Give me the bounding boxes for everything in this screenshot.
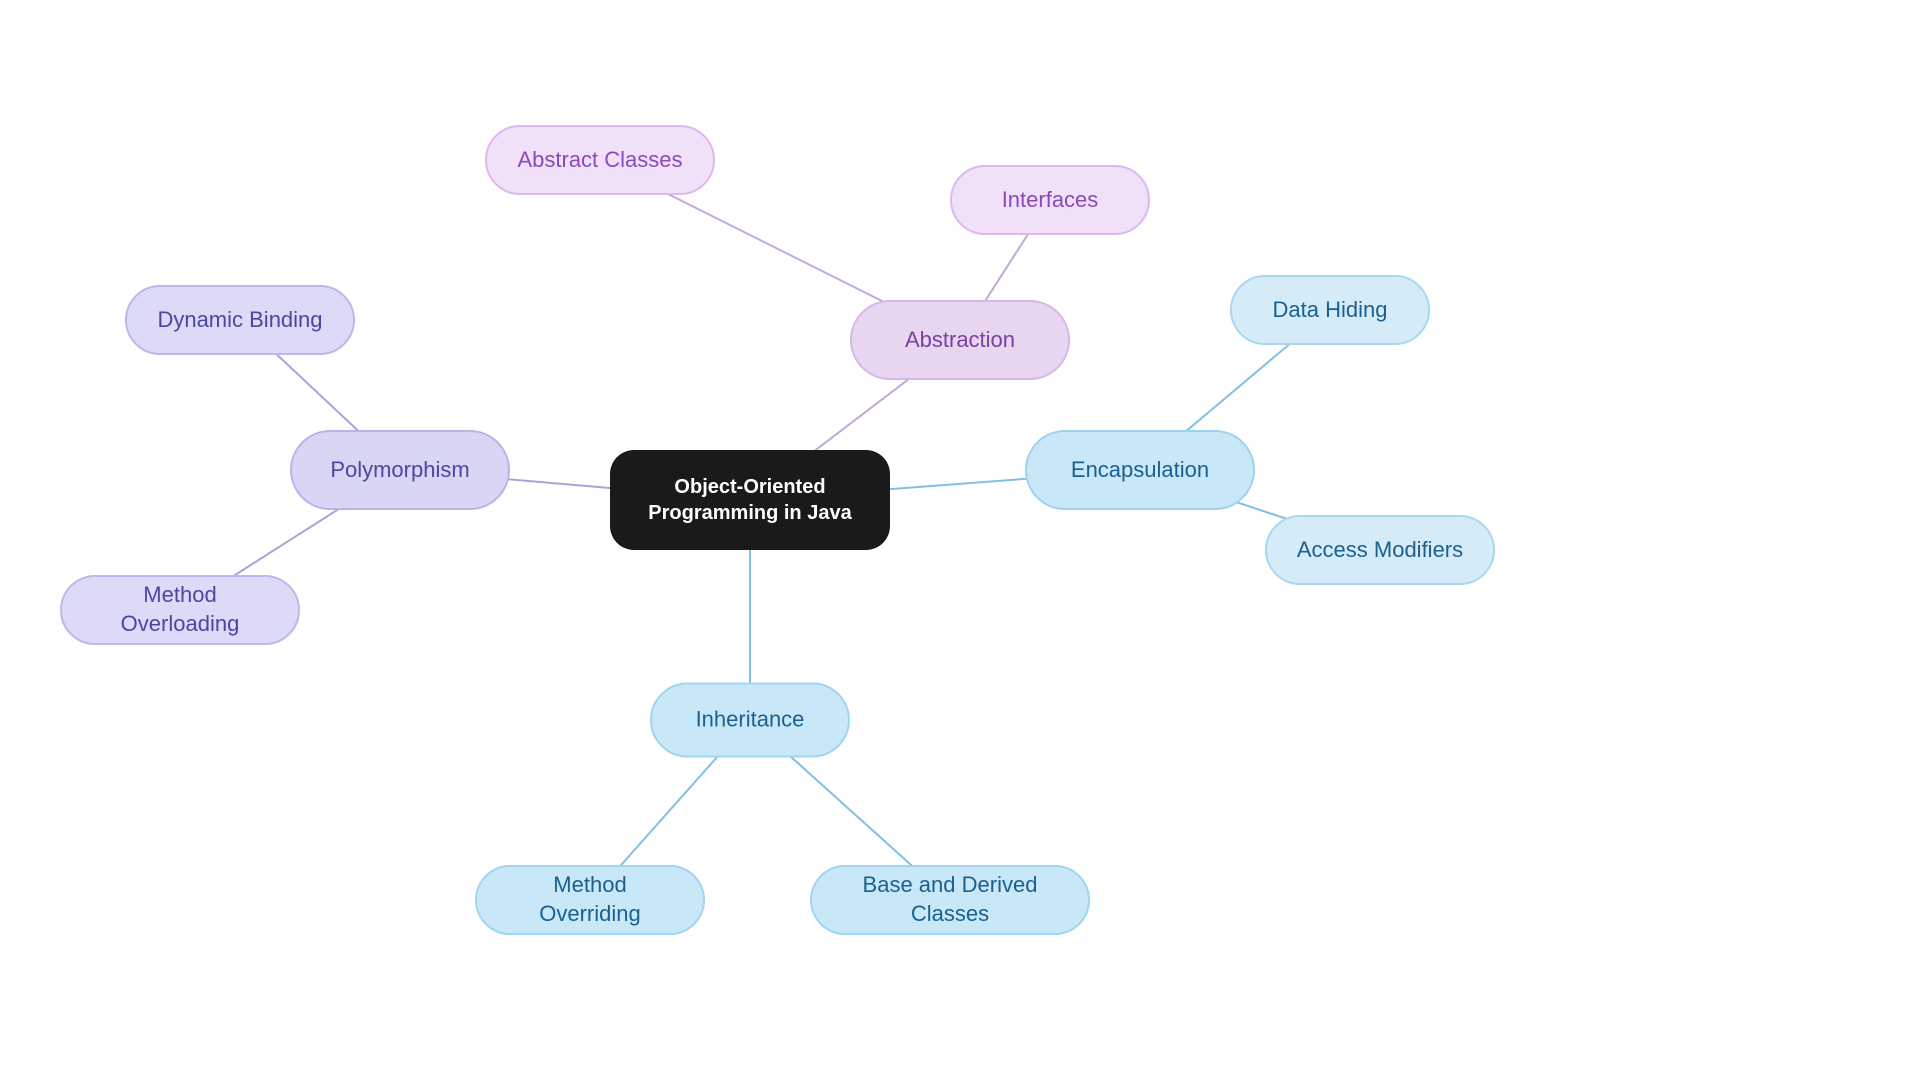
- node-interfaces: Interfaces: [950, 165, 1150, 235]
- node-label-inheritance: Inheritance: [696, 706, 805, 735]
- node-inheritance: Inheritance: [650, 683, 850, 758]
- mind-map-container: Object-Oriented Programming in Java Abstr…: [0, 0, 1920, 1083]
- node-method-overriding: Method Overriding: [475, 865, 705, 935]
- node-data-hiding: Data Hiding: [1230, 275, 1430, 345]
- node-label-method-overloading: Method Overloading: [90, 581, 270, 638]
- node-base-derived: Base and Derived Classes: [810, 865, 1090, 935]
- node-label-dynamic-binding: Dynamic Binding: [157, 306, 322, 335]
- node-label-interfaces: Interfaces: [1002, 186, 1099, 215]
- node-label-abstraction: Abstraction: [905, 326, 1015, 355]
- node-dynamic-binding: Dynamic Binding: [125, 285, 355, 355]
- node-label-base-derived: Base and Derived Classes: [840, 871, 1060, 928]
- node-access-modifiers: Access Modifiers: [1265, 515, 1495, 585]
- node-label-polymorphism: Polymorphism: [330, 456, 469, 485]
- node-method-overloading: Method Overloading: [60, 575, 300, 645]
- node-label-abstract-classes: Abstract Classes: [517, 146, 682, 175]
- node-abstract-classes: Abstract Classes: [485, 125, 715, 195]
- node-abstraction: Abstraction: [850, 300, 1070, 380]
- node-label-encapsulation: Encapsulation: [1071, 456, 1209, 485]
- node-polymorphism: Polymorphism: [290, 430, 510, 510]
- node-label-method-overriding: Method Overriding: [505, 871, 675, 928]
- center-node: Object-Oriented Programming in Java: [610, 450, 890, 550]
- center-node-label: Object-Oriented Programming in Java: [638, 474, 862, 526]
- node-encapsulation: Encapsulation: [1025, 430, 1255, 510]
- node-label-data-hiding: Data Hiding: [1273, 296, 1388, 325]
- node-label-access-modifiers: Access Modifiers: [1297, 536, 1463, 565]
